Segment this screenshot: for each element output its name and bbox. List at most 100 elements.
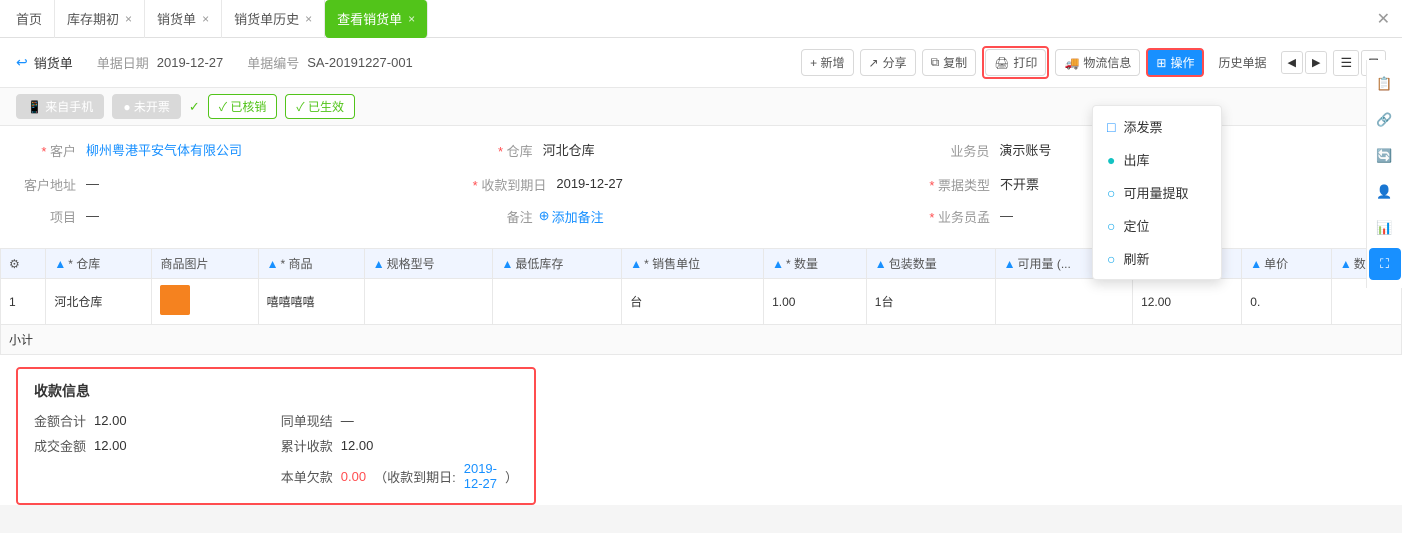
- operate-button[interactable]: ⊞ 操作: [1146, 48, 1204, 77]
- tab-view-close[interactable]: ×: [408, 12, 415, 26]
- table-row: 1 河北仓库 嘻嘻嘻嘻 台 1.00 1台 12.00 0.: [1, 279, 1402, 325]
- cell-current-stock: 12.00: [1133, 279, 1242, 325]
- dropdown-refresh[interactable]: ○ 刷新: [1093, 242, 1221, 275]
- cell-product: 嘻嘻嘻嘻: [258, 279, 364, 325]
- cumulative-value: 12.00: [341, 438, 374, 453]
- nav-arrows: ◀ ▶: [1281, 51, 1328, 74]
- dropdown-locate[interactable]: ○ 定位: [1093, 209, 1221, 242]
- transaction-value: 12.00: [94, 438, 127, 453]
- project-value: —: [82, 206, 202, 226]
- transaction-row: 成交金额 12.00: [34, 436, 257, 455]
- effective-btn[interactable]: ✓ 已生效: [285, 94, 355, 119]
- salesman-label: 业务员孟: [929, 207, 990, 226]
- tab-home-label: 首页: [16, 9, 42, 28]
- col-pack-qty: ▲包装数量: [866, 249, 995, 279]
- sidebar-expand-icon[interactable]: ⛶: [1369, 248, 1401, 280]
- same-order-label: 同单现结: [281, 411, 333, 430]
- tab-inventory-init[interactable]: 库存期初 ×: [55, 0, 145, 38]
- tab-view-label: 查看销货单: [337, 9, 402, 28]
- tab-view-sales[interactable]: 查看销货单 ×: [325, 0, 428, 38]
- add-note-label: 添加备注: [552, 207, 604, 226]
- cumulative-row: 累计收款 12.00: [281, 436, 518, 455]
- logistics-button[interactable]: 🚚 物流信息: [1055, 49, 1140, 76]
- cell-available: [995, 279, 1132, 325]
- locate-label: 定位: [1123, 216, 1149, 235]
- window-close-icon[interactable]: ✕: [1377, 9, 1390, 29]
- sidebar-link-icon[interactable]: 🔗: [1369, 104, 1401, 136]
- col-unit: ▲* 销售单位: [622, 249, 764, 279]
- copy-button[interactable]: ⧉ 复制: [922, 49, 977, 76]
- tab-inventory-close[interactable]: ×: [125, 12, 132, 26]
- sidebar-clipboard-icon[interactable]: 📋: [1369, 68, 1401, 100]
- tab-sales-order[interactable]: 销货单 ×: [145, 0, 222, 38]
- col-warehouse: ▲* 仓库: [46, 249, 152, 279]
- total-value: 12.00: [94, 413, 127, 428]
- col-min-stock: ▲最低库存: [493, 249, 622, 279]
- history-button[interactable]: 历史单据: [1210, 50, 1274, 75]
- sidebar-chart-icon[interactable]: 📊: [1369, 212, 1401, 244]
- logistics-label: 物流信息: [1083, 54, 1131, 71]
- customer-value[interactable]: 柳州粤港平安气体有限公司: [82, 138, 246, 162]
- outbound-label: 出库: [1123, 150, 1149, 169]
- from-mobile-label: 来自手机: [45, 100, 93, 114]
- col-settings[interactable]: ⚙: [1, 249, 46, 279]
- warehouse-field: 仓库 河北仓库: [473, 138, 930, 162]
- col-product: ▲* 商品: [258, 249, 364, 279]
- print-button[interactable]: 🖨 打印: [985, 49, 1046, 76]
- col-price: ▲单价: [1242, 249, 1332, 279]
- ticket-type-label: 票据类型: [929, 175, 990, 194]
- history-label: 历史单据: [1218, 54, 1266, 71]
- cell-min-stock: [493, 279, 622, 325]
- add-note-btn[interactable]: ⊕ 添加备注: [539, 207, 604, 226]
- verified-label: 已核销: [230, 100, 266, 114]
- remark-label: 备注: [473, 207, 533, 226]
- tab-history-close[interactable]: ×: [305, 12, 312, 26]
- col-spec: ▲规格型号: [364, 249, 493, 279]
- doc-meta-number: 单据编号 SA-20191227-001: [239, 53, 413, 72]
- operate-label: 操作: [1170, 54, 1194, 71]
- refresh-icon: ○: [1107, 251, 1115, 267]
- arrears-value: 0.00: [341, 469, 366, 484]
- verified-btn[interactable]: ✓ 已核销: [208, 94, 278, 119]
- no-invoice-btn[interactable]: ● 未开票: [112, 94, 181, 119]
- due-date-value: 2019-12-27: [552, 174, 672, 194]
- col-quantity: ▲* 数量: [764, 249, 867, 279]
- dropdown-outbound[interactable]: ● 出库: [1093, 143, 1221, 176]
- next-arrow[interactable]: ▶: [1305, 51, 1327, 74]
- total-label: 金额合计: [34, 411, 86, 430]
- doc-header: ↩ 销货单 单据日期 2019-12-27 单据编号 SA-20191227-0…: [0, 38, 1402, 88]
- payment-title: 收款信息: [34, 381, 518, 401]
- cell-warehouse: 河北仓库: [46, 279, 152, 325]
- locate-icon: ○: [1107, 218, 1115, 234]
- sidebar-user-icon[interactable]: 👤: [1369, 176, 1401, 208]
- dropdown-available[interactable]: ○ 可用量提取: [1093, 176, 1221, 209]
- verified-icon: ✓: [219, 100, 227, 114]
- due-date-field: 收款到期日 2019-12-27: [473, 174, 930, 194]
- list-view-btn[interactable]: ☰: [1333, 50, 1359, 76]
- date-label: 单据日期: [89, 53, 149, 72]
- tab-sales-close[interactable]: ×: [202, 12, 209, 26]
- remark-field: 备注 ⊕ 添加备注: [473, 207, 930, 226]
- logistics-icon: 🚚: [1064, 56, 1079, 70]
- doc-actions: + 新增 ↗ 分享 ⧉ 复制 🖨 打印 🚚 物流信息 ⊞ 操作 历史单据 ◀: [801, 46, 1386, 79]
- add-invoice-label: 添发票: [1123, 117, 1162, 136]
- available-label: 可用量提取: [1123, 183, 1188, 202]
- total-row: 金额合计 12.00: [34, 411, 257, 430]
- transaction-label: 成交金额: [34, 436, 86, 455]
- bracket-close: ）: [505, 467, 518, 486]
- dropdown-menu: □ 添发票 ● 出库 ○ 可用量提取 ○ 定位 ○ 刷新: [1092, 105, 1222, 280]
- date-value: 2019-12-27: [157, 55, 224, 70]
- from-mobile-btn[interactable]: 📱 来自手机: [16, 94, 104, 119]
- share-button[interactable]: ↗ 分享: [860, 49, 916, 76]
- prev-arrow[interactable]: ◀: [1281, 51, 1303, 74]
- due-label: （收款到期日:: [374, 467, 456, 486]
- arrears-row: 本单欠款 0.00 （收款到期日: 2019-12-27 ）: [281, 461, 518, 491]
- dropdown-add-invoice[interactable]: □ 添发票: [1093, 110, 1221, 143]
- sidebar-refresh-icon[interactable]: 🔄: [1369, 140, 1401, 172]
- tab-sales-history[interactable]: 销货单历史 ×: [222, 0, 325, 38]
- warehouse-value: 河北仓库: [539, 138, 659, 162]
- tab-home[interactable]: 首页: [8, 0, 55, 38]
- subtotal-label: 小计: [1, 325, 1402, 355]
- new-button[interactable]: + 新增: [801, 49, 853, 76]
- payment-box: 收款信息 金额合计 12.00 同单现结 — 成交金额 12.00 累计收款 1…: [16, 367, 536, 505]
